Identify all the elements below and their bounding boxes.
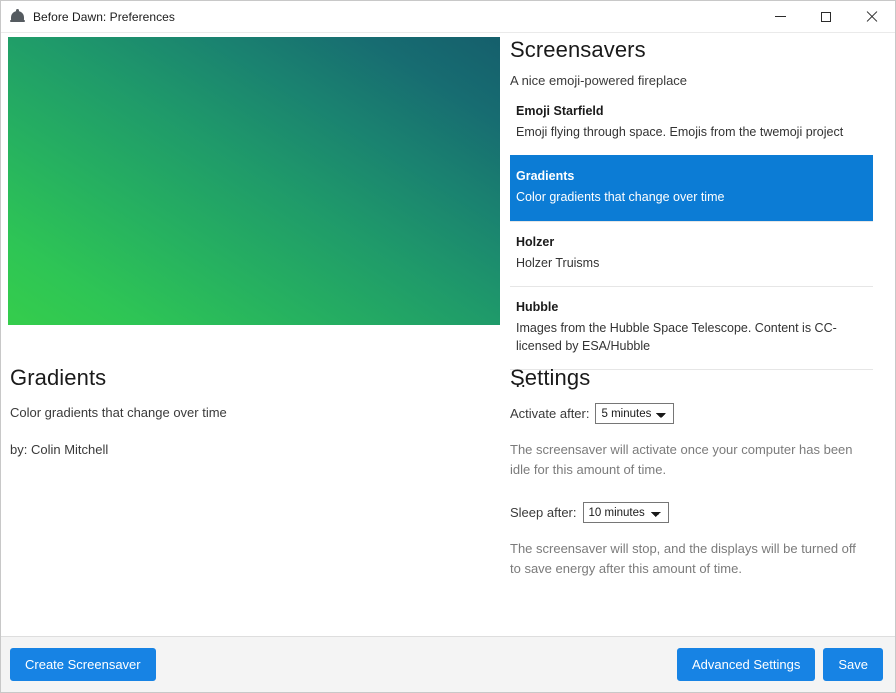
sleep-after-row: Sleep after: 10 minutes (510, 502, 885, 524)
screensaver-preview[interactable] (8, 37, 500, 325)
settings-title: Settings (510, 365, 591, 390)
list-item[interactable]: Holzer Holzer Truisms (510, 220, 873, 286)
list-item[interactable]: Hubble Images from the Hubble Space Tele… (510, 286, 873, 369)
list-item-name: Emoji Starfield (516, 104, 604, 118)
screensavers-title: Screensavers (510, 37, 646, 62)
minimize-button[interactable] (757, 1, 803, 32)
detail-author: by: Colin Mitchell (10, 442, 109, 457)
screensavers-subtitle: A nice emoji-powered fireplace (510, 73, 688, 88)
footer-actions: Advanced Settings Save (676, 648, 883, 681)
window-controls (757, 1, 895, 32)
right-pane: Screensavers A nice emoji-powered firepl… (501, 33, 895, 636)
footer-bar: Create Screensaver Advanced Settings Sav… (1, 636, 895, 692)
create-screensaver-button[interactable]: Create Screensaver (10, 648, 156, 681)
list-item-name: Gradients (516, 169, 575, 184)
list-item[interactable]: Emoji Starfield Emoji flying through spa… (510, 99, 873, 155)
list-item-selected[interactable]: Gradients Color gradients that change ov… (510, 155, 873, 221)
screensaver-detail: Gradients Color gradients that change ov… (10, 365, 489, 457)
list-item-description: Holzer Truisms (516, 255, 600, 270)
close-button[interactable] (849, 1, 895, 32)
activate-after-select[interactable]: 5 minutes (595, 403, 675, 424)
advanced-settings-button[interactable]: Advanced Settings (676, 648, 816, 681)
app-dome-icon (10, 8, 26, 25)
detail-description: Color gradients that change over time (10, 405, 227, 420)
settings-section: Settings Activate after: 5 minutes The s… (510, 365, 885, 602)
window-title: Before Dawn: Preferences (33, 9, 175, 24)
minimize-icon (774, 16, 786, 17)
save-button[interactable]: Save (823, 648, 883, 681)
sleep-after-select[interactable]: 10 minutes (582, 502, 669, 524)
close-icon (866, 11, 878, 23)
main-content: Gradients Color gradients that change ov… (1, 33, 895, 636)
screensavers-header: Screensavers A nice emoji-powered firepl… (510, 37, 687, 88)
title-bar-left: Before Dawn: Preferences (1, 8, 175, 25)
title-bar: Before Dawn: Preferences (1, 1, 895, 33)
screensaver-list-inner: Emoji Starfield Emoji flying through spa… (510, 99, 873, 387)
list-item-name: Hubble (516, 300, 559, 315)
sleep-after-help: The screensaver will stop, and the displ… (510, 541, 856, 577)
list-item-name: Holzer (516, 234, 555, 249)
activate-after-label: Activate after: (510, 406, 590, 421)
list-item-description: Images from the Hubble Space Telescope. … (516, 321, 837, 353)
activate-after-help: The screensaver will activate once your … (510, 442, 853, 478)
maximize-button[interactable] (803, 1, 849, 32)
list-item-description: Color gradients that change over time (516, 190, 725, 205)
left-pane: Gradients Color gradients that change ov… (1, 33, 501, 636)
activate-after-row: Activate after: 5 minutes (510, 403, 885, 424)
list-item-description: Emoji flying through space. Emojis from … (516, 124, 844, 139)
sleep-after-label: Sleep after: (510, 505, 577, 521)
detail-title: Gradients (10, 365, 107, 390)
app-window: Before Dawn: Preferences Gradients Color… (0, 0, 896, 693)
screensaver-list[interactable]: Emoji Starfield Emoji flying through spa… (510, 99, 888, 387)
maximize-icon (821, 11, 831, 22)
